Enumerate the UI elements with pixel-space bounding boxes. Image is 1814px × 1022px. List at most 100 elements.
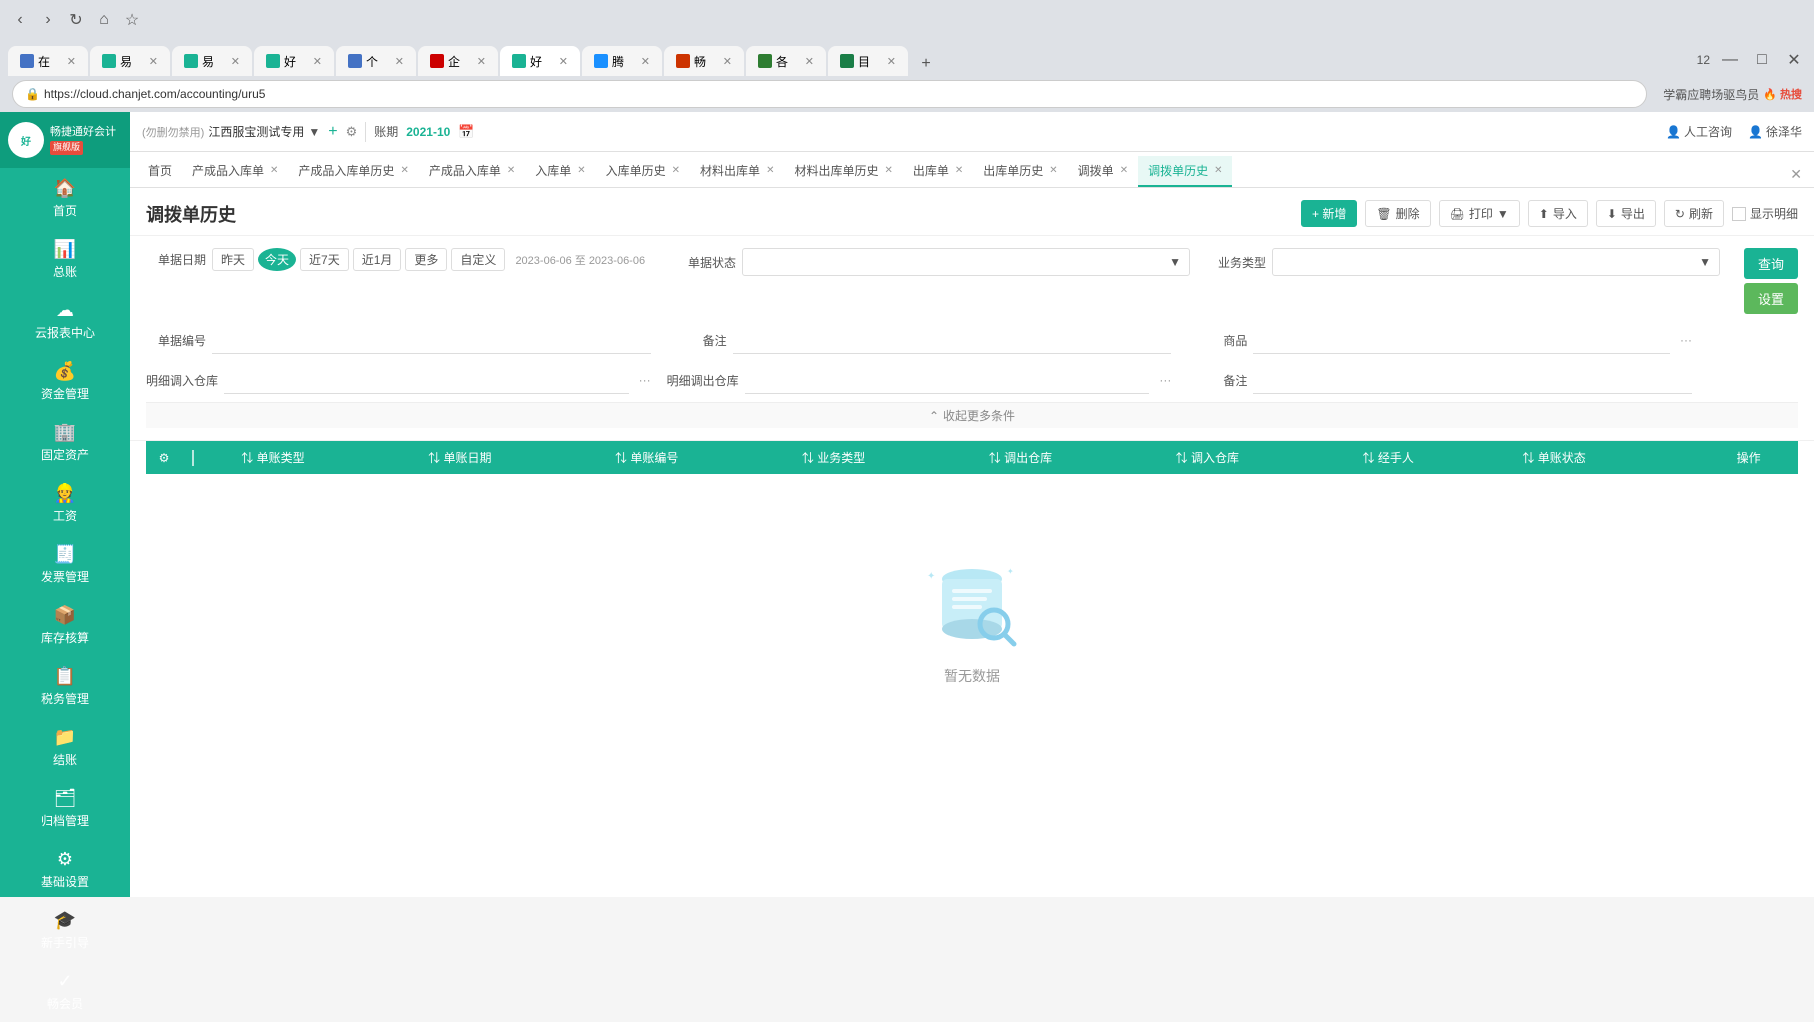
delete-btn[interactable]: 🗑 删除 [1365, 200, 1430, 227]
print-btn[interactable]: 🖨 打印 ▼ [1439, 200, 1520, 227]
page-tab-5[interactable]: 入库单历史 ✕ [596, 156, 690, 187]
display-detail-label[interactable]: 显示明细 [1732, 205, 1798, 222]
tab-close-5[interactable]: ✕ [477, 55, 486, 68]
tab-10-close[interactable]: ✕ [1120, 165, 1128, 176]
sidebar-item-cloud-report[interactable]: ☁ 云报表中心 [0, 290, 130, 351]
home-btn[interactable]: ⌂ [92, 8, 116, 32]
sidebar-item-archive[interactable]: 🗂 归档管理 [0, 778, 130, 839]
page-tab-6[interactable]: 材料出库单 ✕ [690, 156, 784, 187]
user-btn[interactable]: 👤 徐泽华 [1748, 123, 1802, 140]
sidebar-item-ledger[interactable]: 📊 总账 [0, 229, 130, 290]
collapse-btn[interactable]: ⌃ 收起更多条件 [146, 402, 1798, 428]
refresh-btn[interactable]: ↻ [64, 8, 88, 32]
date-btn-1month[interactable]: 近1月 [353, 248, 402, 271]
page-tab-10[interactable]: 调拨单 ✕ [1068, 156, 1138, 187]
new-tab-btn[interactable]: + [914, 52, 938, 76]
warehouse-out-more-icon[interactable]: ··· [1159, 373, 1171, 387]
note-input[interactable] [1253, 366, 1692, 394]
tab-9-close[interactable]: ✕ [1049, 165, 1057, 176]
settings-col-header[interactable]: ⚙ [146, 441, 182, 474]
warehouse-in-input[interactable] [224, 366, 629, 394]
table-settings-icon[interactable]: ⚙ [159, 451, 170, 465]
sidebar-item-fixed-assets[interactable]: 🏢 固定资产 [0, 412, 130, 473]
status-select[interactable]: ▼ [742, 248, 1190, 276]
business-select[interactable]: ▼ [1272, 248, 1720, 276]
goods-more-icon[interactable]: ··· [1680, 333, 1692, 347]
close-window-btn[interactable]: ✕ [1782, 48, 1806, 72]
period-value[interactable]: 2021-10 [406, 125, 450, 139]
close-all-tabs-btn[interactable]: ✕ [1786, 162, 1806, 187]
sidebar-item-home[interactable]: 🏠 首页 [0, 168, 130, 229]
browser-tab-9[interactable]: 各 ✕ [746, 46, 826, 76]
tab-close-0[interactable]: ✕ [67, 55, 76, 68]
import-btn[interactable]: ⬆ 导入 [1528, 200, 1588, 227]
browser-tab-1[interactable]: 易 ✕ [90, 46, 170, 76]
new-btn[interactable]: + 新增 [1301, 200, 1357, 227]
tab-5-close[interactable]: ✕ [672, 165, 680, 176]
page-tab-3[interactable]: 产成品入库单 ✕ [419, 156, 525, 187]
business-type-col-header[interactable]: ⇅ 业务类型 [792, 441, 979, 474]
page-tab-1[interactable]: 产成品入库单 ✕ [182, 156, 288, 187]
doc-no-col-header[interactable]: ⇅ 单账编号 [605, 441, 792, 474]
doc-status-col-header[interactable]: ⇅ 单账状态 [1512, 441, 1699, 474]
checkbox-col-header[interactable] [182, 441, 231, 474]
browser-tab-8[interactable]: 畅 ✕ [664, 46, 744, 76]
tab-2-close[interactable]: ✕ [400, 165, 408, 176]
page-tab-home[interactable]: 首页 [138, 156, 182, 187]
browser-tab-7[interactable]: 腾 ✕ [582, 46, 662, 76]
tab-1-close[interactable]: ✕ [270, 165, 278, 176]
export-btn[interactable]: ⬇ 导出 [1596, 200, 1656, 227]
tab-4-close[interactable]: ✕ [577, 165, 585, 176]
page-tab-7[interactable]: 材料出库单历史 ✕ [784, 156, 902, 187]
sidebar-item-settings[interactable]: ⚙ 基础设置 [0, 839, 130, 900]
browser-tab-active[interactable]: 好 ✕ [500, 46, 580, 76]
browser-tab-10[interactable]: 目 ✕ [828, 46, 908, 76]
date-btn-today[interactable]: 今天 [258, 248, 296, 271]
goods-input[interactable] [1253, 326, 1670, 354]
warehouse-out-input[interactable] [745, 366, 1150, 394]
tab-6-close[interactable]: ✕ [766, 165, 774, 176]
tab-close-4[interactable]: ✕ [395, 55, 404, 68]
docno-input[interactable] [212, 326, 651, 354]
sidebar-item-closing[interactable]: 📁 结账 [0, 717, 130, 778]
tab-3-close[interactable]: ✕ [507, 165, 515, 176]
company-selector[interactable]: (勿删勿禁用) 江西服宝测试专用 ▼ [142, 123, 320, 140]
sidebar-item-guide[interactable]: 🎓 新手引导 [0, 900, 130, 961]
sidebar-item-funds[interactable]: 💰 资金管理 [0, 351, 130, 412]
browser-tab-5[interactable]: 企 ✕ [418, 46, 498, 76]
tab-close-3[interactable]: ✕ [313, 55, 322, 68]
bookmark-btn[interactable]: ☆ [120, 8, 144, 32]
page-tab-8[interactable]: 出库单 ✕ [903, 156, 973, 187]
browser-tab-0[interactable]: 在 ✕ [8, 46, 88, 76]
tab-close-9[interactable]: ✕ [805, 55, 814, 68]
add-company-btn[interactable]: + [328, 123, 337, 141]
warehouse-in-more-icon[interactable]: ··· [639, 373, 651, 387]
tab-7-close[interactable]: ✕ [884, 165, 892, 176]
tab-close-active[interactable]: ✕ [559, 55, 568, 68]
sidebar-item-member[interactable]: ✓ 畅会员 [0, 961, 130, 1022]
tab-close-2[interactable]: ✕ [231, 55, 240, 68]
select-all-checkbox[interactable] [192, 450, 194, 466]
date-btn-more[interactable]: 更多 [405, 248, 447, 271]
sidebar-item-payroll[interactable]: 👷 工资 [0, 473, 130, 534]
date-btn-7days[interactable]: 近7天 [300, 248, 349, 271]
minimize-btn[interactable]: — [1718, 48, 1742, 72]
doc-date-col-header[interactable]: ⇅ 单账日期 [418, 441, 605, 474]
out-warehouse-col-header[interactable]: ⇅ 调出仓库 [979, 441, 1166, 474]
tab-close-8[interactable]: ✕ [723, 55, 732, 68]
page-tab-4[interactable]: 入库单 ✕ [525, 156, 595, 187]
tab-8-close[interactable]: ✕ [955, 165, 963, 176]
tab-close-10[interactable]: ✕ [887, 55, 896, 68]
page-tab-2[interactable]: 产成品入库单历史 ✕ [288, 156, 418, 187]
doc-type-col-header[interactable]: ⇅ 单账类型 [231, 441, 418, 474]
browser-tab-4[interactable]: 个 ✕ [336, 46, 416, 76]
query-btn[interactable]: 查询 [1744, 248, 1798, 279]
service-btn[interactable]: 👤 人工咨询 [1666, 123, 1732, 140]
sidebar-item-invoice[interactable]: 🧾 发票管理 [0, 534, 130, 595]
handler-col-header[interactable]: ⇅ 经手人 [1352, 441, 1512, 474]
sidebar-logo[interactable]: 好 畅捷通好会计 旗舰版 [0, 112, 130, 168]
tab-close-7[interactable]: ✕ [641, 55, 650, 68]
date-btn-yesterday[interactable]: 昨天 [212, 248, 254, 271]
page-tab-11[interactable]: 调拨单历史 ✕ [1138, 156, 1232, 187]
sidebar-item-tax[interactable]: 📋 税务管理 [0, 656, 130, 717]
